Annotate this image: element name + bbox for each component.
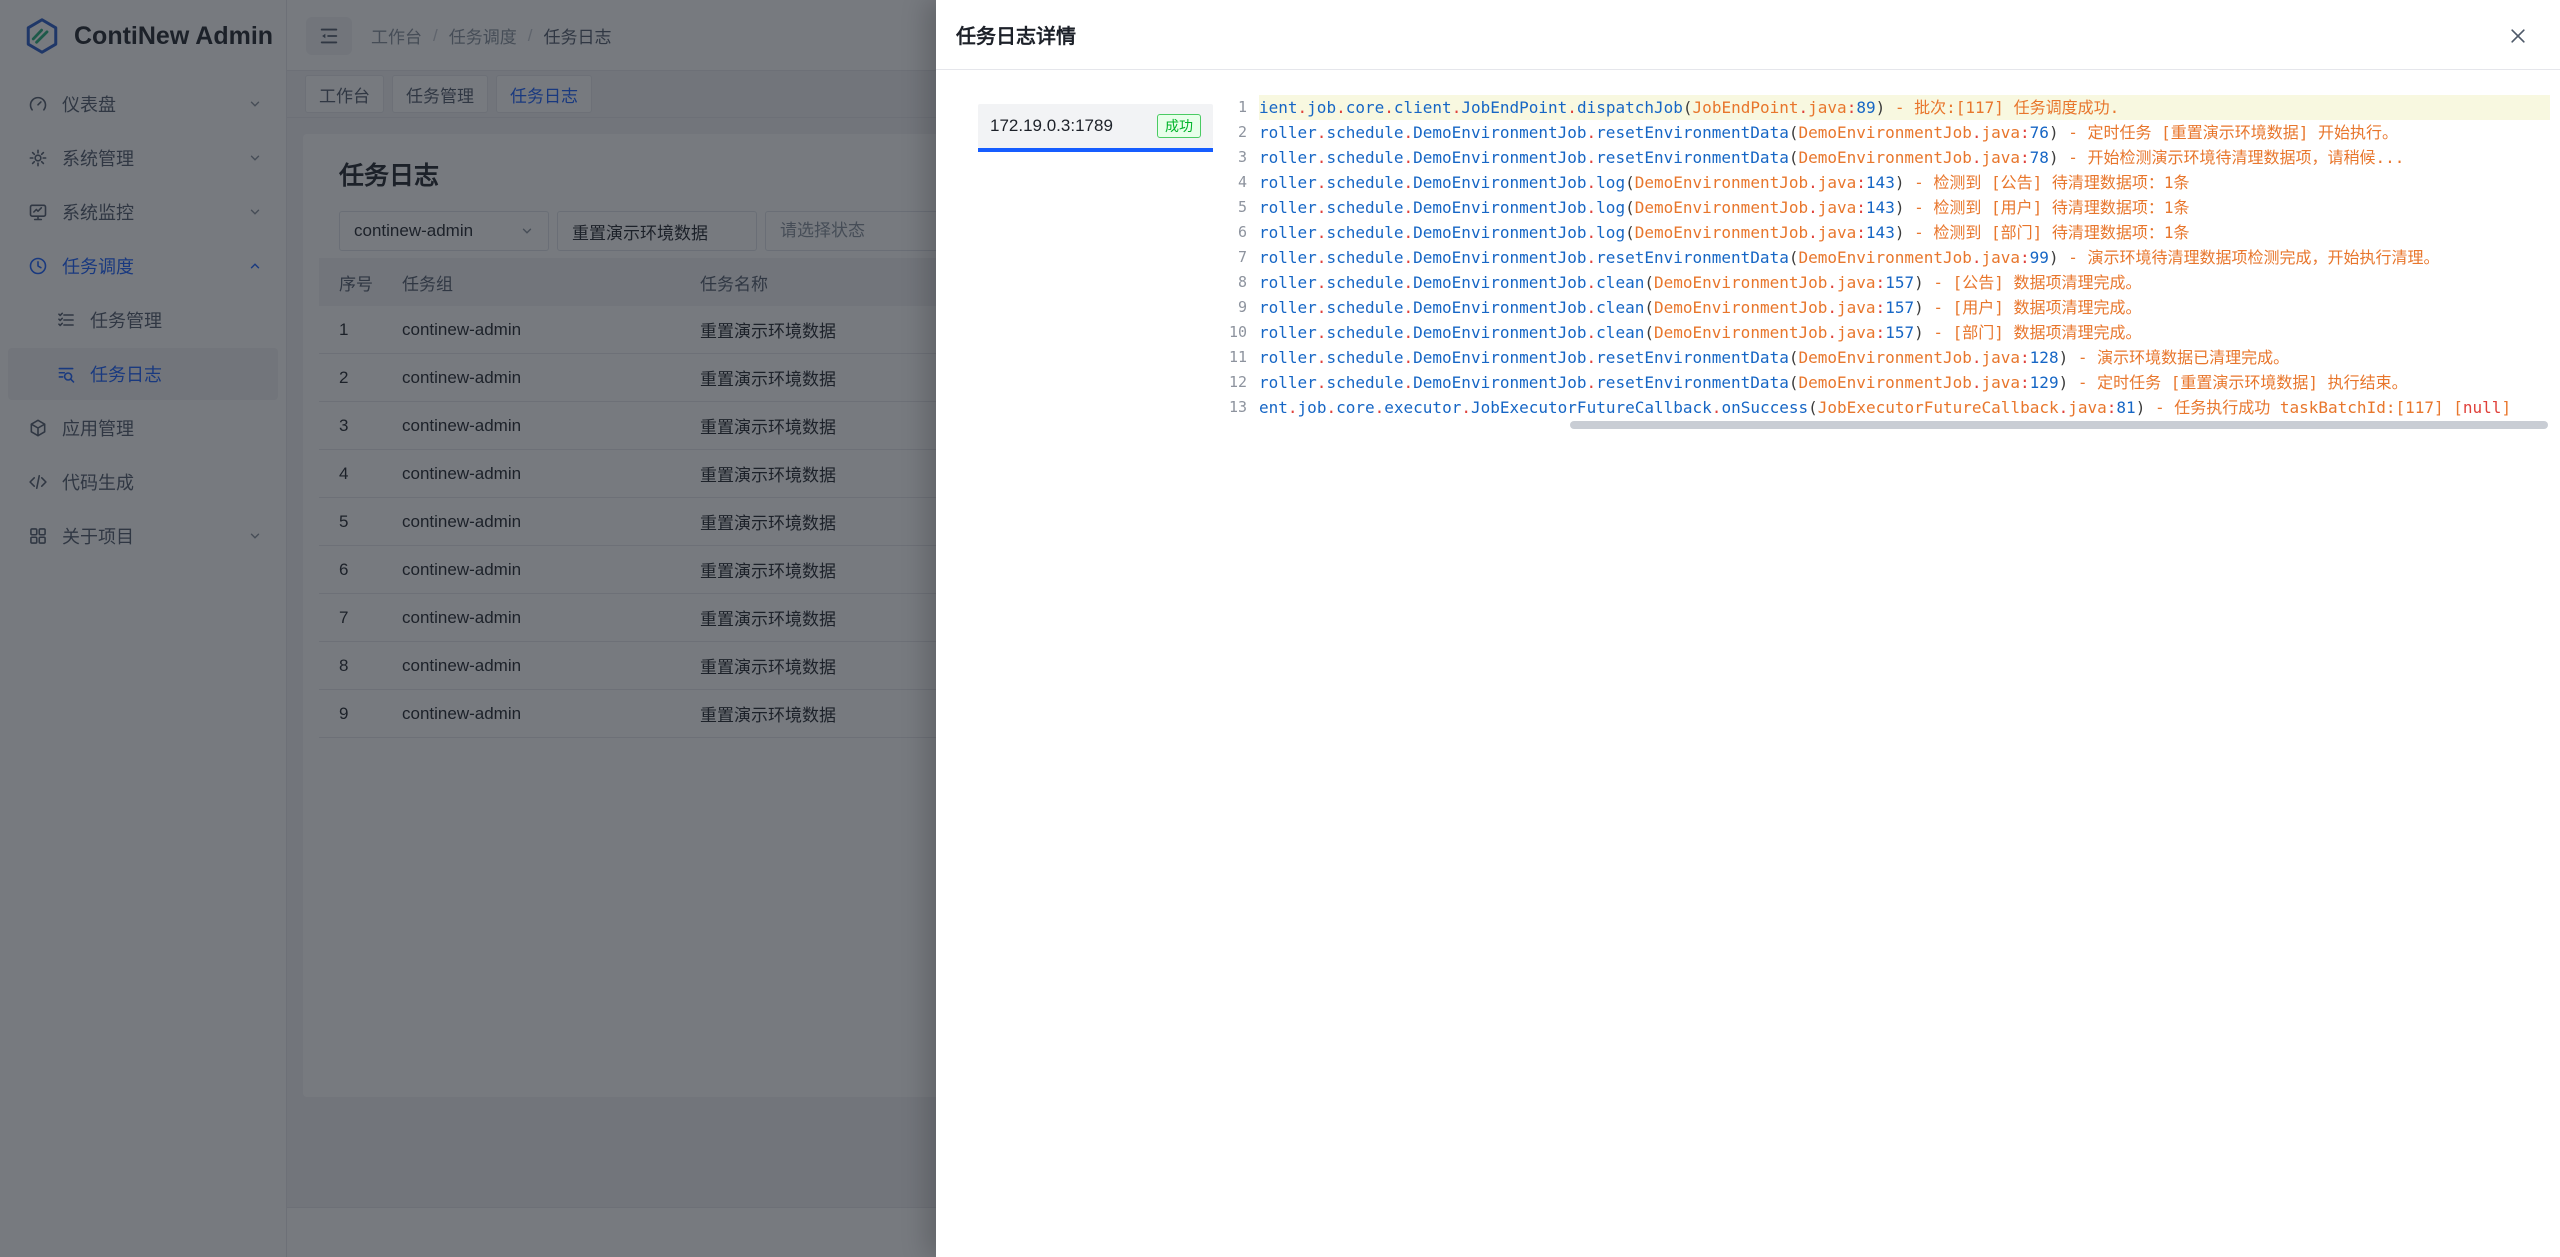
log-line: 3 roller.schedule.DemoEnvironmentJob.rese… — [1225, 145, 2550, 170]
log-line-text: roller.schedule.DemoEnvironmentJob.reset… — [1259, 345, 2550, 370]
log-line: 13 ent.job.core.executor.JobExecutorFutur… — [1225, 395, 2550, 420]
log-line-number: 7 — [1225, 245, 1247, 270]
instance-address: 172.19.0.3:1789 — [990, 116, 1113, 136]
log-line-text: ient.job.core.client.JobEndPoint.dispatc… — [1259, 95, 2550, 120]
log-line-number: 8 — [1225, 270, 1247, 295]
log-line-text: roller.schedule.DemoEnvironmentJob.reset… — [1259, 370, 2550, 395]
log-line-number: 4 — [1225, 170, 1247, 195]
log-line-text: roller.schedule.DemoEnvironmentJob.log(D… — [1259, 220, 2550, 245]
log-line-text: ent.job.core.executor.JobExecutorFutureC… — [1259, 395, 2550, 420]
log-line-text: roller.schedule.DemoEnvironmentJob.clean… — [1259, 295, 2550, 320]
drawer-body: 172.19.0.3:1789 成功 1 ient.job.core.client… — [936, 70, 2560, 1256]
log-line: 1 ient.job.core.client.JobEndPoint.dispat… — [1225, 95, 2550, 120]
log-line: 11 roller.schedule.DemoEnvironmentJob.res… — [1225, 345, 2550, 370]
log-line-number: 12 — [1225, 370, 1247, 395]
log-line: 9 roller.schedule.DemoEnvironmentJob.clea… — [1225, 295, 2550, 320]
log-line-text: roller.schedule.DemoEnvironmentJob.reset… — [1259, 145, 2550, 170]
horizontal-scrollbar-thumb[interactable] — [1570, 421, 2548, 429]
log-line-number: 2 — [1225, 120, 1247, 145]
drawer-title: 任务日志详情 — [956, 20, 1076, 49]
log-line-text: roller.schedule.DemoEnvironmentJob.reset… — [1259, 245, 2550, 270]
log-line: 12 roller.schedule.DemoEnvironmentJob.res… — [1225, 370, 2550, 395]
log-line: 8 roller.schedule.DemoEnvironmentJob.clea… — [1225, 270, 2550, 295]
log-viewer: 1 ient.job.core.client.JobEndPoint.dispat… — [1225, 95, 2550, 420]
log-line-text: roller.schedule.DemoEnvironmentJob.clean… — [1259, 270, 2550, 295]
log-line-text: roller.schedule.DemoEnvironmentJob.reset… — [1259, 120, 2550, 145]
log-line-number: 9 — [1225, 295, 1247, 320]
instance-box: 172.19.0.3:1789 成功 — [978, 104, 1213, 148]
job-log-detail-drawer: 任务日志详情 172.19.0.3:1789 成功 1 ient.job.core… — [936, 0, 2560, 1257]
active-tab-indicator — [978, 148, 1213, 152]
log-line: 10 roller.schedule.DemoEnvironmentJob.cle… — [1225, 320, 2550, 345]
close-icon[interactable] — [2506, 24, 2530, 48]
log-line-number: 5 — [1225, 195, 1247, 220]
log-line: 4 roller.schedule.DemoEnvironmentJob.log(… — [1225, 170, 2550, 195]
log-line: 5 roller.schedule.DemoEnvironmentJob.log(… — [1225, 195, 2550, 220]
log-line-text: roller.schedule.DemoEnvironmentJob.clean… — [1259, 320, 2550, 345]
log-line-number: 3 — [1225, 145, 1247, 170]
log-line: 6 roller.schedule.DemoEnvironmentJob.log(… — [1225, 220, 2550, 245]
log-line: 7 roller.schedule.DemoEnvironmentJob.rese… — [1225, 245, 2550, 270]
log-line-text: roller.schedule.DemoEnvironmentJob.log(D… — [1259, 195, 2550, 220]
log-line: 2 roller.schedule.DemoEnvironmentJob.rese… — [1225, 120, 2550, 145]
log-line-text: roller.schedule.DemoEnvironmentJob.log(D… — [1259, 170, 2550, 195]
log-line-number: 10 — [1225, 320, 1247, 345]
status-badge: 成功 — [1157, 114, 1201, 138]
log-line-number: 11 — [1225, 345, 1247, 370]
log-line-number: 6 — [1225, 220, 1247, 245]
log-line-number: 13 — [1225, 395, 1247, 420]
log-line-number: 1 — [1225, 95, 1247, 120]
instance-tab[interactable]: 172.19.0.3:1789 成功 — [978, 104, 1213, 152]
drawer-header: 任务日志详情 — [936, 0, 2560, 70]
